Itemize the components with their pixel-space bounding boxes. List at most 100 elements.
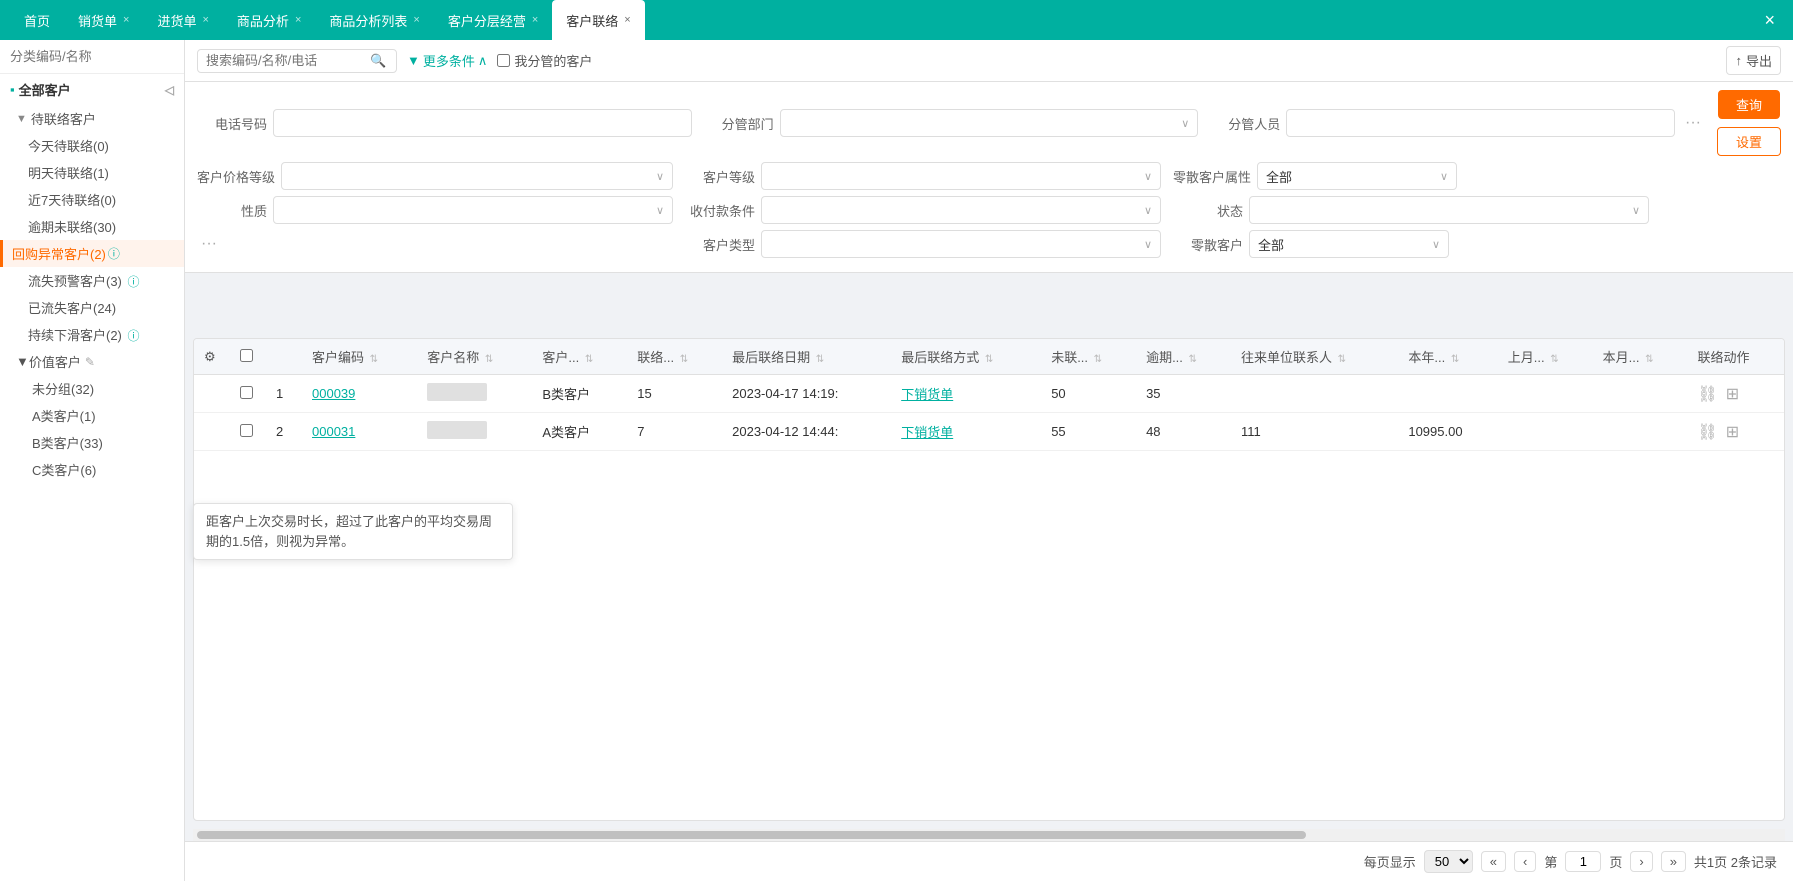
nav-home[interactable]: 首页 (10, 0, 64, 40)
nav-purchase-order[interactable]: 进货单 × (143, 0, 222, 40)
sidebar-persistent-down[interactable]: 持续下滑客户(2) ⓘ (0, 321, 184, 348)
sidebar-collapse-btn[interactable]: ◁ (165, 83, 174, 97)
next-page-btn[interactable]: › (1630, 851, 1652, 872)
sidebar-week-pending[interactable]: 近7天待联络(0) (0, 186, 184, 213)
col-last-contact-method[interactable]: 最后联络方式 ⇅ (891, 339, 1041, 375)
filter-dots-icon[interactable]: ··· (1685, 114, 1701, 132)
prev-page-btn[interactable]: ‹ (1514, 851, 1536, 872)
col-contact[interactable]: 联络... ⇅ (627, 339, 722, 375)
sidebar-tomorrow-pending[interactable]: 明天待联络(1) (0, 159, 184, 186)
link-icon[interactable]: ⛓ (1697, 384, 1717, 404)
row-last-contact-method[interactable]: 下销货单 (891, 413, 1041, 451)
sidebar-search-input[interactable] (10, 49, 185, 64)
filter-dept-select[interactable]: ∨ (780, 109, 1199, 137)
table-body: 1 000039 B类客户 15 2023-04-17 14:19: 下销货单 … (194, 375, 1784, 451)
scrollbar-thumb[interactable] (197, 831, 1306, 839)
filter-price-level-select[interactable]: ∨ (281, 162, 673, 190)
link-icon[interactable]: ⛓ (1697, 422, 1717, 442)
sidebar-loss-actual[interactable]: 已流失客户(24) (0, 294, 184, 321)
row-code[interactable]: 000039 (302, 375, 417, 413)
col-last-contact-date[interactable]: 最后联络日期 ⇅ (722, 339, 891, 375)
close-icon[interactable]: × (123, 14, 129, 26)
sidebar-all-customers[interactable]: ▪ 全部客户 ◁ (0, 74, 184, 105)
active-bar (0, 240, 3, 267)
settings-button[interactable]: 设置 (1717, 127, 1781, 156)
sidebar-value-group-header[interactable]: ▼ 价值客户 ✎ (0, 348, 184, 375)
first-page-btn[interactable]: « (1481, 851, 1506, 872)
grid-icon[interactable]: ⊞ (1726, 384, 1739, 404)
close-icon[interactable]: × (624, 14, 630, 26)
sidebar-today-pending[interactable]: 今天待联络(0) (0, 132, 184, 159)
sidebar-c-class[interactable]: C类客户(6) (0, 456, 184, 483)
col-category[interactable]: 客户... ⇅ (532, 339, 627, 375)
nav-product-analysis[interactable]: 商品分析 × (223, 0, 315, 40)
filter-status-select[interactable]: ∨ (1249, 196, 1649, 224)
row-this-month (1593, 413, 1688, 451)
close-icon[interactable]: × (413, 14, 419, 26)
edit-icon[interactable]: ✎ (85, 355, 95, 369)
more-dots-icon[interactable]: ··· (201, 235, 217, 253)
sidebar-ungroup[interactable]: 未分组(32) (0, 375, 184, 402)
col-no-contact[interactable]: 未联... ⇅ (1041, 339, 1136, 375)
grid-icon[interactable]: ⊞ (1726, 422, 1739, 442)
sidebar-overdue-pending[interactable]: 逾期未联络(30) (0, 213, 184, 240)
filter-customer-level-select[interactable]: ∨ (761, 162, 1161, 190)
my-customers-checkbox[interactable] (497, 54, 510, 67)
close-icon[interactable]: × (532, 14, 538, 26)
info-icon[interactable]: ⓘ (108, 245, 120, 262)
more-conditions-btn[interactable]: ▼ 更多条件 ∧ (407, 51, 487, 70)
row-code[interactable]: 000031 (302, 413, 417, 451)
window-close-button[interactable]: × (1756, 10, 1783, 31)
filter-phone-input[interactable] (273, 109, 692, 137)
query-button[interactable]: 查询 (1718, 90, 1780, 119)
last-page-btn[interactable]: » (1661, 851, 1686, 872)
current-page-input[interactable] (1565, 851, 1601, 872)
nav-sales-order[interactable]: 销货单 × (64, 0, 143, 40)
filter-retail-customer-select[interactable]: 全部 ∨ (1249, 230, 1449, 258)
filter-bar: 🔍 ▼ 更多条件 ∧ 我分管的客户 ↑ 导出 (185, 40, 1793, 82)
search-input[interactable] (206, 53, 366, 68)
col-last-month[interactable]: 上月... ⇅ (1498, 339, 1593, 375)
filter-retail-attr-select[interactable]: 全部 ∨ (1257, 162, 1457, 190)
sort-icon: ⇅ (485, 354, 493, 365)
sidebar-a-class[interactable]: A类客户(1) (0, 402, 184, 429)
filter-manager: 分管人员 ··· (1210, 109, 1705, 137)
nav-customer-contact[interactable]: 客户联络 × (552, 0, 644, 40)
filter-status-label: 状态 (1173, 201, 1243, 220)
filter-nature-select[interactable]: ∨ (273, 196, 673, 224)
row-last-contact-method[interactable]: 下销货单 (891, 375, 1041, 413)
export-button[interactable]: ↑ 导出 (1726, 46, 1781, 75)
filter-customer-type-select[interactable]: ∨ (761, 230, 1161, 258)
action-icons: ⛓ ⊞ (1697, 422, 1774, 442)
filter-manager-input[interactable] (1286, 109, 1675, 137)
sidebar-pending-header[interactable]: ▼ 待联络客户 (0, 105, 184, 132)
row-select-checkbox[interactable] (240, 424, 253, 437)
col-this-year[interactable]: 本年... ⇅ (1398, 339, 1497, 375)
sort-icon: ⇅ (680, 354, 688, 365)
col-overdue[interactable]: 逾期... ⇅ (1136, 339, 1231, 375)
filter-customer-type: 客户类型 ∨ (685, 230, 1161, 258)
col-code[interactable]: 客户编码 ⇅ (302, 339, 417, 375)
col-this-month[interactable]: 本月... ⇅ (1593, 339, 1688, 375)
close-icon[interactable]: × (295, 14, 301, 26)
filter-payment-select[interactable]: ∨ (761, 196, 1161, 224)
info-icon[interactable]: ⓘ (128, 275, 140, 289)
select-all-checkbox[interactable] (240, 349, 253, 362)
sidebar-b-class[interactable]: B类客户(33) (0, 429, 184, 456)
col-unit-contact[interactable]: 往来单位联系人 ⇅ (1231, 339, 1398, 375)
info-icon[interactable]: ⓘ (128, 329, 140, 343)
nav-product-analysis-list[interactable]: 商品分析列表 × (315, 0, 433, 40)
search-icon[interactable]: 🔍 (370, 53, 386, 69)
nav-customer-tier[interactable]: 客户分层经营 × (434, 0, 552, 40)
sidebar-repeat-abnormal[interactable]: 回购异常客户(2) ⓘ (0, 240, 184, 267)
row-select-checkbox[interactable] (240, 386, 253, 399)
page-label2: 页 (1609, 852, 1622, 871)
sidebar-loss-pre[interactable]: 流失预警客户(3) ⓘ (0, 267, 184, 294)
close-icon[interactable]: × (202, 14, 208, 26)
col-settings[interactable]: ⚙ (194, 339, 230, 375)
page-size-select[interactable]: 50 (1424, 850, 1473, 873)
row-overdue: 48 (1136, 413, 1231, 451)
chevron-down-icon: ∨ (1181, 117, 1189, 130)
horizontal-scrollbar[interactable] (193, 829, 1785, 841)
col-name[interactable]: 客户名称 ⇅ (417, 339, 532, 375)
